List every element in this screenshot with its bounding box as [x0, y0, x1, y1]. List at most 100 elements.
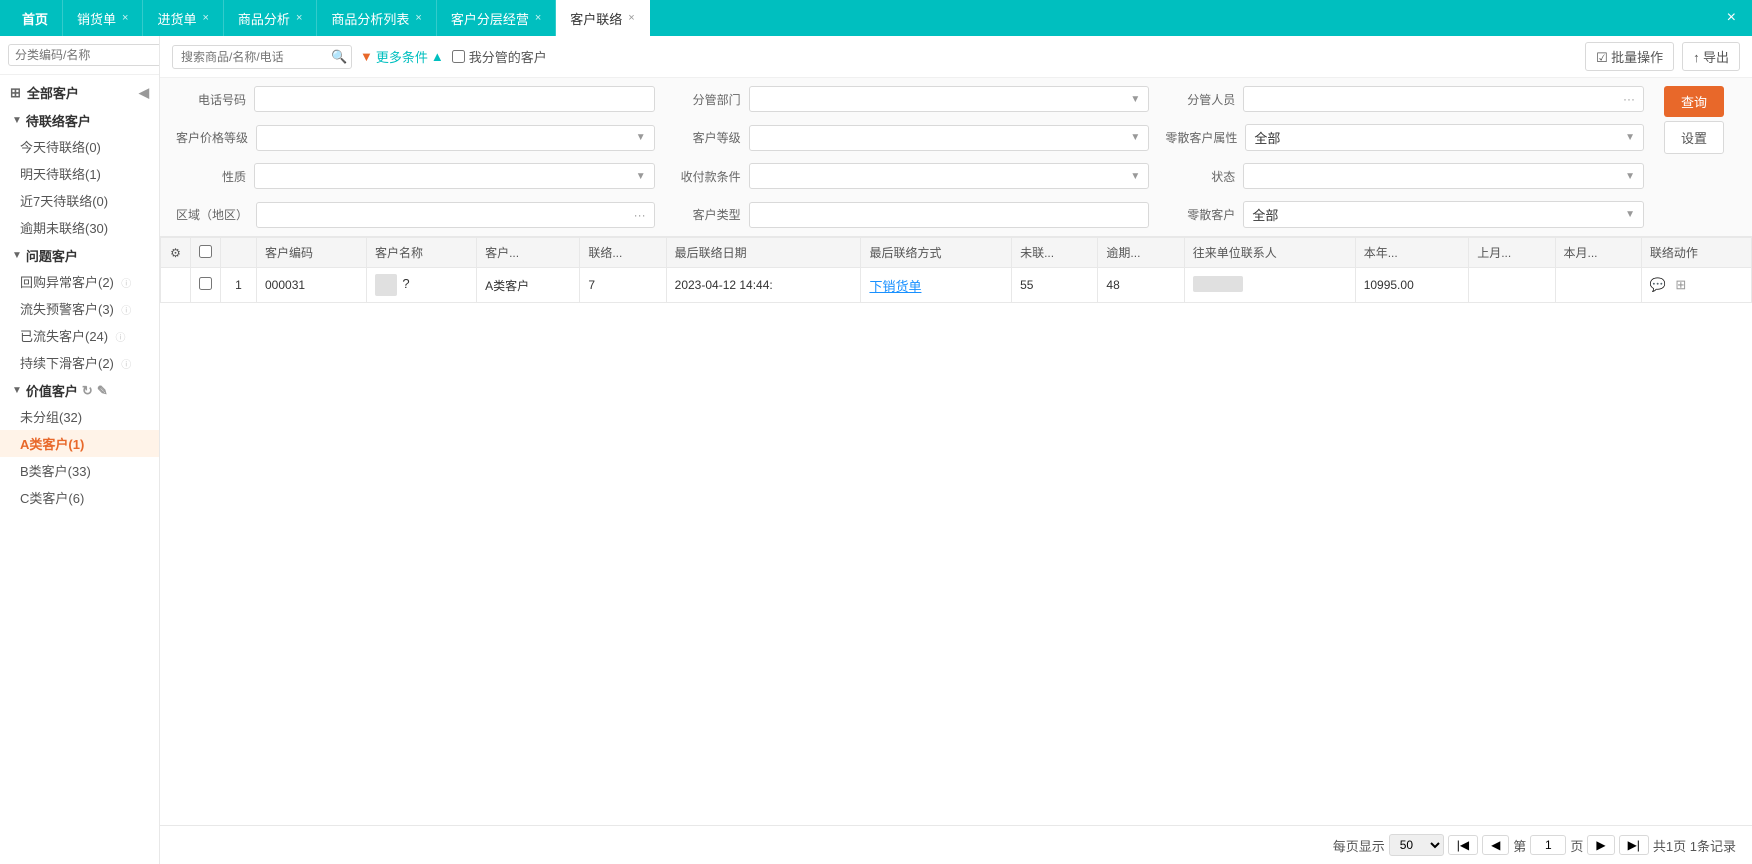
action-qr-icon[interactable]: ⊞ [1675, 277, 1686, 292]
dept-input[interactable]: ▼ [749, 86, 1150, 112]
sidebar-group-value[interactable]: ▼ 价值客户 ↻ ✎ [0, 376, 159, 403]
close-all-tabs[interactable]: × [1719, 9, 1744, 27]
sidebar-item-a-class[interactable]: A类客户(1) [0, 430, 159, 457]
collapse-sidebar-icon[interactable]: ◀ [139, 85, 149, 101]
filter-row-1: 电话号码 分管部门 ▼ 分管人员 [176, 86, 1644, 112]
nav-tab-purchase[interactable]: 进货单 × [143, 0, 223, 36]
nav-tab-analysis-list[interactable]: 商品分析列表 × [317, 0, 436, 36]
grid-icon: ⊞ [10, 85, 21, 101]
info-icon-1: ⓘ [121, 279, 131, 290]
filter-search-icon[interactable]: 🔍 [331, 49, 347, 65]
filter-more-conditions[interactable]: ▼ 更多条件 ▲ [360, 47, 444, 66]
price-arrow-icon: ▼ [636, 132, 646, 143]
th-type: 客户... [477, 238, 580, 268]
filter-bar: 🔍 ▼ 更多条件 ▲ 我分管的客户 ☑ 批量操作 ↑ 导出 [160, 36, 1752, 78]
price-level-input[interactable]: ▼ [256, 125, 655, 151]
td-code: 000031 [257, 268, 367, 303]
sidebar-item-repurchase[interactable]: 回购异常客户(2) ⓘ [0, 268, 159, 295]
settings-button[interactable]: 设置 [1664, 121, 1724, 154]
th-checkbox [191, 238, 221, 268]
select-all-checkbox[interactable] [199, 245, 212, 258]
customer-type-input[interactable] [749, 202, 1150, 228]
td-contact: 7 [580, 268, 666, 303]
filter-payment: 收付款条件 ▼ [671, 163, 1150, 189]
nav-tab-sales[interactable]: 销货单 × [63, 0, 143, 36]
close-tab-analysis-list[interactable]: × [415, 12, 421, 24]
retail-attr-arrow-icon: ▼ [1625, 132, 1635, 143]
page-size-select[interactable]: 50 100 200 [1389, 834, 1444, 856]
sidebar-item-unclassified[interactable]: 未分组(32) [0, 403, 159, 430]
filter-phone: 电话号码 [176, 86, 655, 112]
sidebar-item-churn-warn[interactable]: 流失预警客户(3) ⓘ [0, 295, 159, 322]
edit-icon[interactable]: ✎ [97, 383, 108, 399]
status-input[interactable]: ▼ [1243, 163, 1644, 189]
next-page-button[interactable]: ▶ [1587, 835, 1614, 855]
nav-tab-home[interactable]: 首页 [8, 0, 63, 36]
th-unit-contact: 往来单位联系人 [1184, 238, 1355, 268]
filter-region: 区域（地区） ··· [176, 202, 655, 228]
retail-customer-input[interactable]: 全部 ▼ [1243, 201, 1644, 228]
sidebar-item-churned[interactable]: 已流失客户(24) ⓘ [0, 322, 159, 349]
nav-tab-customer-tier[interactable]: 客户分层经营 × [437, 0, 556, 36]
filter-search-input[interactable] [181, 50, 331, 64]
sidebar-search-input[interactable] [8, 44, 160, 66]
last-method-link[interactable]: 下销货单 [869, 279, 921, 294]
arrow-down-icon: ▼ [12, 115, 22, 126]
region-input[interactable]: ··· [256, 202, 655, 228]
th-settings[interactable]: ⚙ [161, 238, 191, 268]
page-input[interactable] [1530, 835, 1566, 855]
close-tab-sales[interactable]: × [122, 12, 128, 24]
td-last-date: 2023-04-12 14:44: [666, 268, 861, 303]
sidebar-item-tomorrow[interactable]: 明天待联络(1) [0, 160, 159, 187]
retail-attr-input[interactable]: 全部 ▼ [1245, 124, 1644, 151]
nav-tab-analysis[interactable]: 商品分析 × [224, 0, 317, 36]
th-action: 联络动作 [1641, 238, 1751, 268]
sidebar-item-declining[interactable]: 持续下滑客户(2) ⓘ [0, 349, 159, 376]
my-customers-checkbox[interactable] [452, 50, 465, 63]
query-button[interactable]: 查询 [1664, 86, 1724, 117]
sidebar-item-overdue[interactable]: 逾期未联络(30) [0, 214, 159, 241]
action-chat-icon[interactable]: 💬 [1650, 277, 1666, 292]
sidebar-group-problem[interactable]: ▼ 问题客户 [0, 241, 159, 268]
customer-avatar [375, 274, 397, 296]
sidebar-item-7days[interactable]: 近7天待联络(0) [0, 187, 159, 214]
batch-op-icon: ☑ [1596, 50, 1608, 65]
td-name: ? [367, 268, 477, 303]
filter-dept: 分管部门 ▼ [671, 86, 1150, 112]
nature-input[interactable]: ▼ [254, 163, 655, 189]
sidebar-item-today[interactable]: 今天待联络(0) [0, 133, 159, 160]
close-tab-customer-tier[interactable]: × [535, 12, 541, 24]
td-checkbox [191, 268, 221, 303]
td-last-method: 下销货单 [861, 268, 1012, 303]
sidebar-item-b-class[interactable]: B类客户(33) [0, 457, 159, 484]
arrow-down-icon2: ▼ [12, 250, 22, 261]
close-tab-customer-contact[interactable]: × [628, 12, 634, 24]
export-button[interactable]: ↑ 导出 [1682, 42, 1740, 71]
td-overdue: 48 [1098, 268, 1184, 303]
sidebar-all-customers[interactable]: ⊞ 全部客户 ◀ [0, 75, 159, 106]
first-page-button[interactable]: |◀ [1448, 835, 1478, 855]
sidebar-group-pending[interactable]: ▼ 待联络客户 [0, 106, 159, 133]
refresh-icon[interactable]: ↻ [82, 383, 93, 399]
table-footer: 每页显示 50 100 200 |◀ ◀ 第 页 ▶ ▶| 共1页 1条记录 [160, 825, 1752, 864]
prev-page-button[interactable]: ◀ [1482, 835, 1509, 855]
person-input[interactable]: ··· [1243, 86, 1644, 112]
payment-input[interactable]: ▼ [749, 163, 1150, 189]
th-this-month: 本月... [1555, 238, 1641, 268]
customer-table: ⚙ 客户编码 客户名称 客户... 联络... 最后联络日期 最后联络方式 未联… [160, 237, 1752, 303]
batch-operation-button[interactable]: ☑ 批量操作 [1585, 42, 1674, 71]
table-container: ⚙ 客户编码 客户名称 客户... 联络... 最后联络日期 最后联络方式 未联… [160, 237, 1752, 825]
last-page-button[interactable]: ▶| [1619, 835, 1649, 855]
filter-my-customers: 我分管的客户 [452, 47, 547, 66]
payment-arrow-icon: ▼ [1130, 171, 1140, 182]
nav-tab-customer-contact[interactable]: 客户联络 × [556, 0, 649, 36]
region-dots-icon: ··· [634, 208, 646, 222]
th-code: 客户编码 [257, 238, 367, 268]
close-tab-purchase[interactable]: × [202, 12, 208, 24]
phone-input[interactable] [254, 86, 655, 112]
customer-level-input[interactable]: ▼ [749, 125, 1150, 151]
sidebar-item-c-class[interactable]: C类客户(6) [0, 484, 159, 511]
row-checkbox[interactable] [199, 277, 212, 290]
close-tab-analysis[interactable]: × [296, 12, 302, 24]
info-icon-3: ⓘ [115, 333, 125, 344]
